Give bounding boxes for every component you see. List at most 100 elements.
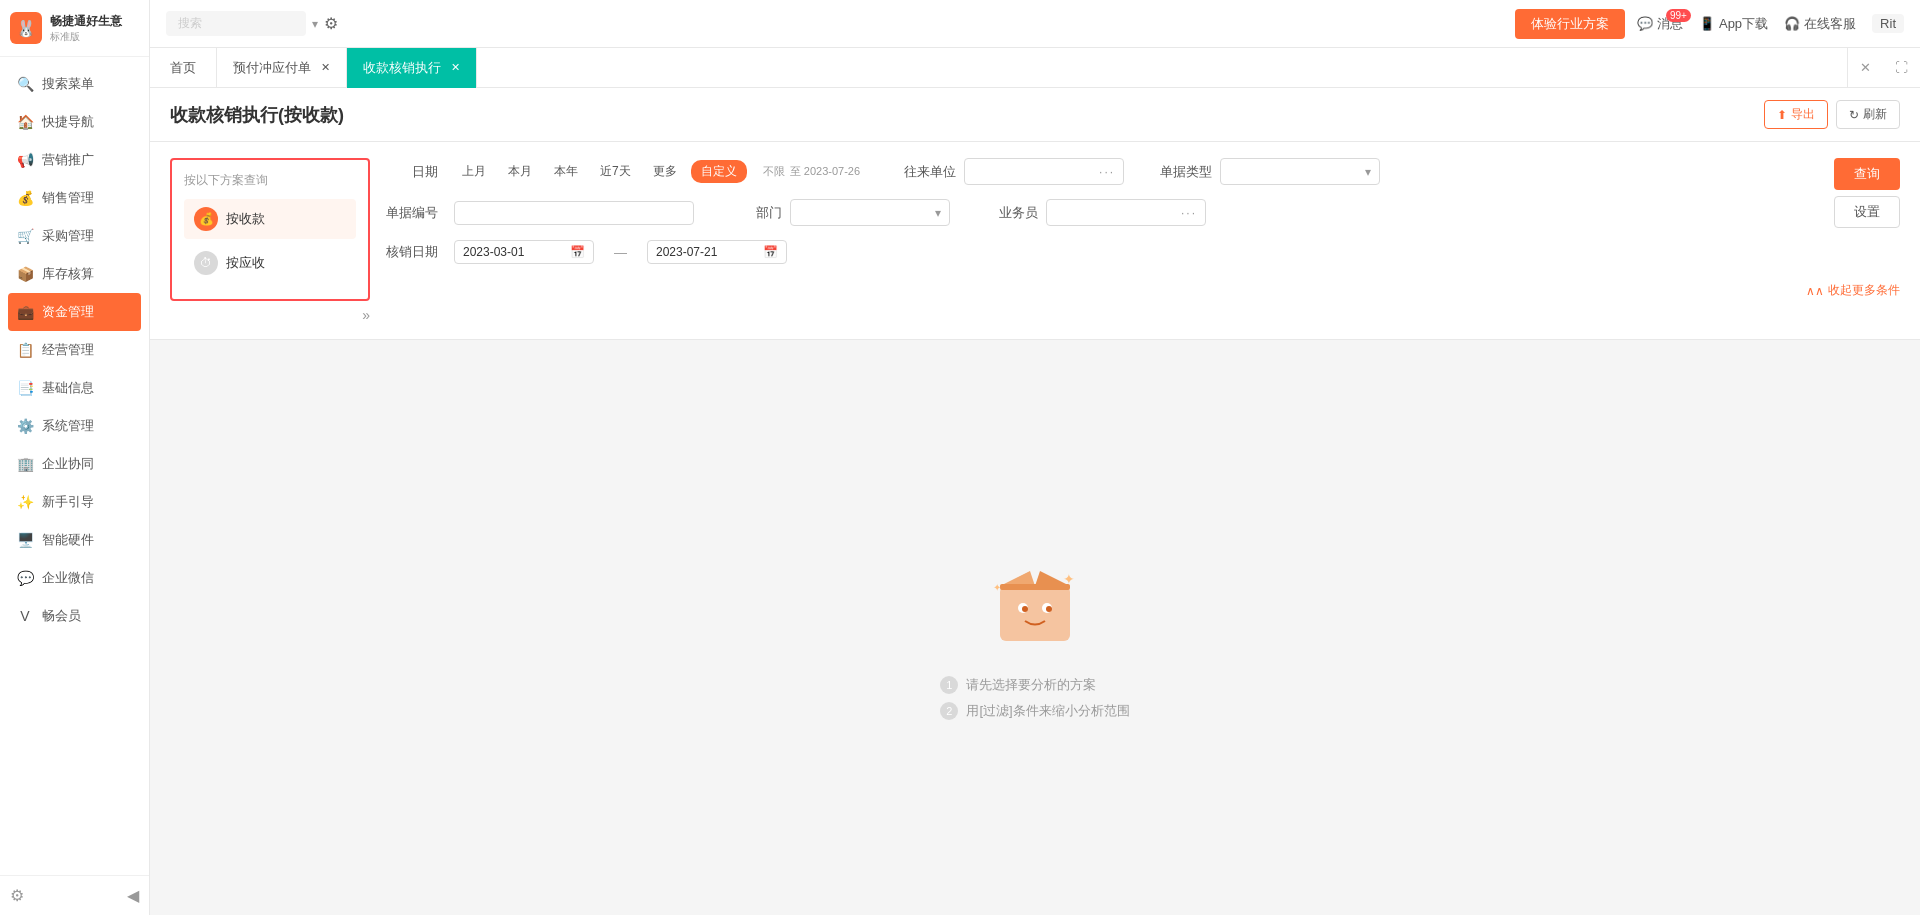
topbar-gear-icon[interactable]: ⚙ [324,14,338,33]
tab-receipt-offset[interactable]: 收款核销执行 ✕ [347,48,477,88]
verify-date-start-input[interactable]: 2023-03-01 📅 [454,240,594,264]
main-area: 搜索 ▾ ⚙ 体验行业方案 💬 消息 99+ 📱 App下载 🎧 在线客服 Ri… [150,0,1920,915]
filter-option-by-receivable[interactable]: ⏱ 按应收 [184,243,356,283]
verify-date-end-input[interactable]: 2023-07-21 📅 [647,240,787,264]
filter-panel: 按以下方案查询 💰 按收款 ⏱ 按应收 [170,158,370,301]
service-icon: 🎧 [1784,16,1800,31]
partner-dots-icon[interactable]: ··· [1099,165,1115,179]
sidebar-item-inventory[interactable]: 📦 库存核算 [0,255,149,293]
sidebar-nav: 🔍 搜索菜单 🏠 快捷导航 📢 营销推广 💰 销售管理 🛒 采购管理 📦 库存核… [0,57,149,875]
finance-icon: 💼 [16,303,34,321]
tab-close-receipt[interactable]: ✕ [451,61,460,74]
guide-icon: ✨ [16,493,34,511]
doc-type-select[interactable]: ▾ [1220,158,1380,185]
sidebar-item-wechat[interactable]: 💬 企业微信 [0,559,149,597]
verify-date-label: 核销日期 [382,243,438,261]
tab-close-prepay[interactable]: ✕ [321,61,330,74]
tab-home[interactable]: 首页 [150,48,217,88]
more-conditions-button[interactable]: ∧∧ 收起更多条件 [1806,278,1900,303]
sidebar-item-guide[interactable]: ✨ 新手引导 [0,483,149,521]
sidebar-item-basic-info[interactable]: 📑 基础信息 [0,369,149,407]
app-download-button[interactable]: 📱 App下载 [1699,15,1768,33]
sidebar-item-sales[interactable]: 💰 销售管理 [0,179,149,217]
date-custom[interactable]: 自定义 [691,160,747,183]
refresh-button[interactable]: ↻ 刷新 [1836,100,1900,129]
topbar-logo-area: 搜索 ▾ ⚙ [166,11,1503,36]
empty-tips: 1 请先选择要分析的方案 2 用[过滤]条件来缩小分析范围 [940,676,1129,720]
member-icon: V [16,607,34,625]
collapse-sidebar-icon[interactable]: ◀ [127,886,139,905]
logo-text: 畅捷通好生意 标准版 [50,13,122,44]
refresh-icon: ↻ [1849,108,1859,122]
date-this-month[interactable]: 本月 [500,160,540,183]
chevron-down-icon[interactable]: ▾ [312,17,318,31]
more-conditions-area: ∧∧ 收起更多条件 [382,278,1900,303]
topbar: 搜索 ▾ ⚙ 体验行业方案 💬 消息 99+ 📱 App下载 🎧 在线客服 Ri… [150,0,1920,48]
user-profile[interactable]: Rit [1872,14,1904,33]
calendar-end-icon[interactable]: 📅 [763,245,778,259]
partner-label: 往来单位 [900,163,956,181]
staff-dots-icon[interactable]: ··· [1181,206,1197,220]
partner-select[interactable]: ··· [964,158,1124,185]
date-last-month[interactable]: 上月 [454,160,494,183]
svg-text:✦: ✦ [993,582,1001,593]
close-tab-button[interactable]: ✕ [1847,48,1883,88]
sidebar-item-purchase[interactable]: 🛒 采购管理 [0,217,149,255]
dept-filter: 部门 ▾ [726,199,950,226]
query-button[interactable]: 查询 [1834,158,1900,190]
by-receipt-icon: 💰 [194,207,218,231]
sidebar-item-operation[interactable]: 📋 经营管理 [0,331,149,369]
filter-option-by-receipt[interactable]: 💰 按收款 [184,199,356,239]
expand-tab-button[interactable]: ⛶ [1883,48,1920,88]
export-button[interactable]: ⬆ 导出 [1764,100,1828,129]
operation-icon: 📋 [16,341,34,359]
empty-state: ✦ ✦ 1 请先选择要分析的方案 2 用[过滤]条件来缩小分析范围 [150,340,1920,915]
setting-button[interactable]: 设置 [1834,196,1900,228]
message-button[interactable]: 💬 消息 99+ [1637,15,1683,33]
dept-select[interactable]: ▾ [790,199,950,226]
date-label: 日期 [382,163,438,181]
tip-number-2: 2 [940,702,958,720]
filter-collapse-button[interactable]: » [174,307,370,323]
calendar-start-icon[interactable]: 📅 [570,245,585,259]
doc-no-input[interactable] [454,201,694,225]
home-icon: 🏠 [16,113,34,131]
filter-panel-title: 按以下方案查询 [184,172,356,189]
empty-tip-2: 2 用[过滤]条件来缩小分析范围 [940,702,1129,720]
chevron-up-icon: ∧∧ [1806,284,1824,298]
sidebar-item-search[interactable]: 🔍 搜索菜单 [0,65,149,103]
online-service-button[interactable]: 🎧 在线客服 [1784,15,1856,33]
topbar-search[interactable]: 搜索 [166,11,306,36]
svg-text:✦: ✦ [1063,571,1075,587]
sidebar-item-system[interactable]: ⚙️ 系统管理 [0,407,149,445]
staff-filter: 业务员 ··· [982,199,1206,226]
topbar-right: 💬 消息 99+ 📱 App下载 🎧 在线客服 Rit [1637,14,1904,33]
industry-solution-button[interactable]: 体验行业方案 [1515,9,1625,39]
sidebar-logo: 🐰 畅捷通好生意 标准版 [0,0,149,57]
settings-icon[interactable]: ⚙ [10,886,24,905]
date-this-year[interactable]: 本年 [546,160,586,183]
logo-icon: 🐰 [10,12,42,44]
message-icon: 💬 [1637,16,1653,31]
sidebar-item-quick-nav[interactable]: 🏠 快捷导航 [0,103,149,141]
sidebar-item-hardware[interactable]: 🖥️ 智能硬件 [0,521,149,559]
svg-point-4 [1022,606,1028,612]
sidebar-item-enterprise[interactable]: 🏢 企业协同 [0,445,149,483]
tab-prepay-offset[interactable]: 预付冲应付单 ✕ [217,48,347,88]
staff-select[interactable]: ··· [1046,199,1206,226]
message-badge: 99+ [1666,9,1691,22]
system-icon: ⚙️ [16,417,34,435]
search-placeholder: 搜索 [178,15,202,32]
staff-label: 业务员 [982,204,1038,222]
svg-point-5 [1046,606,1052,612]
hardware-icon: 🖥️ [16,531,34,549]
date-more[interactable]: 更多 [645,160,685,183]
doc-type-filter: 单据类型 ▾ [1156,158,1380,185]
date-7days[interactable]: 近7天 [592,160,639,183]
partner-filter: 往来单位 ··· [900,158,1124,185]
sidebar-item-member[interactable]: V 畅会员 [0,597,149,635]
sidebar-item-finance[interactable]: 💼 资金管理 [8,293,141,331]
filter-row-date: 日期 上月 本月 本年 近7天 更多 自定义 不 [382,158,1834,185]
doc-type-chevron-icon: ▾ [1365,165,1371,179]
sidebar-item-marketing[interactable]: 📢 营销推广 [0,141,149,179]
